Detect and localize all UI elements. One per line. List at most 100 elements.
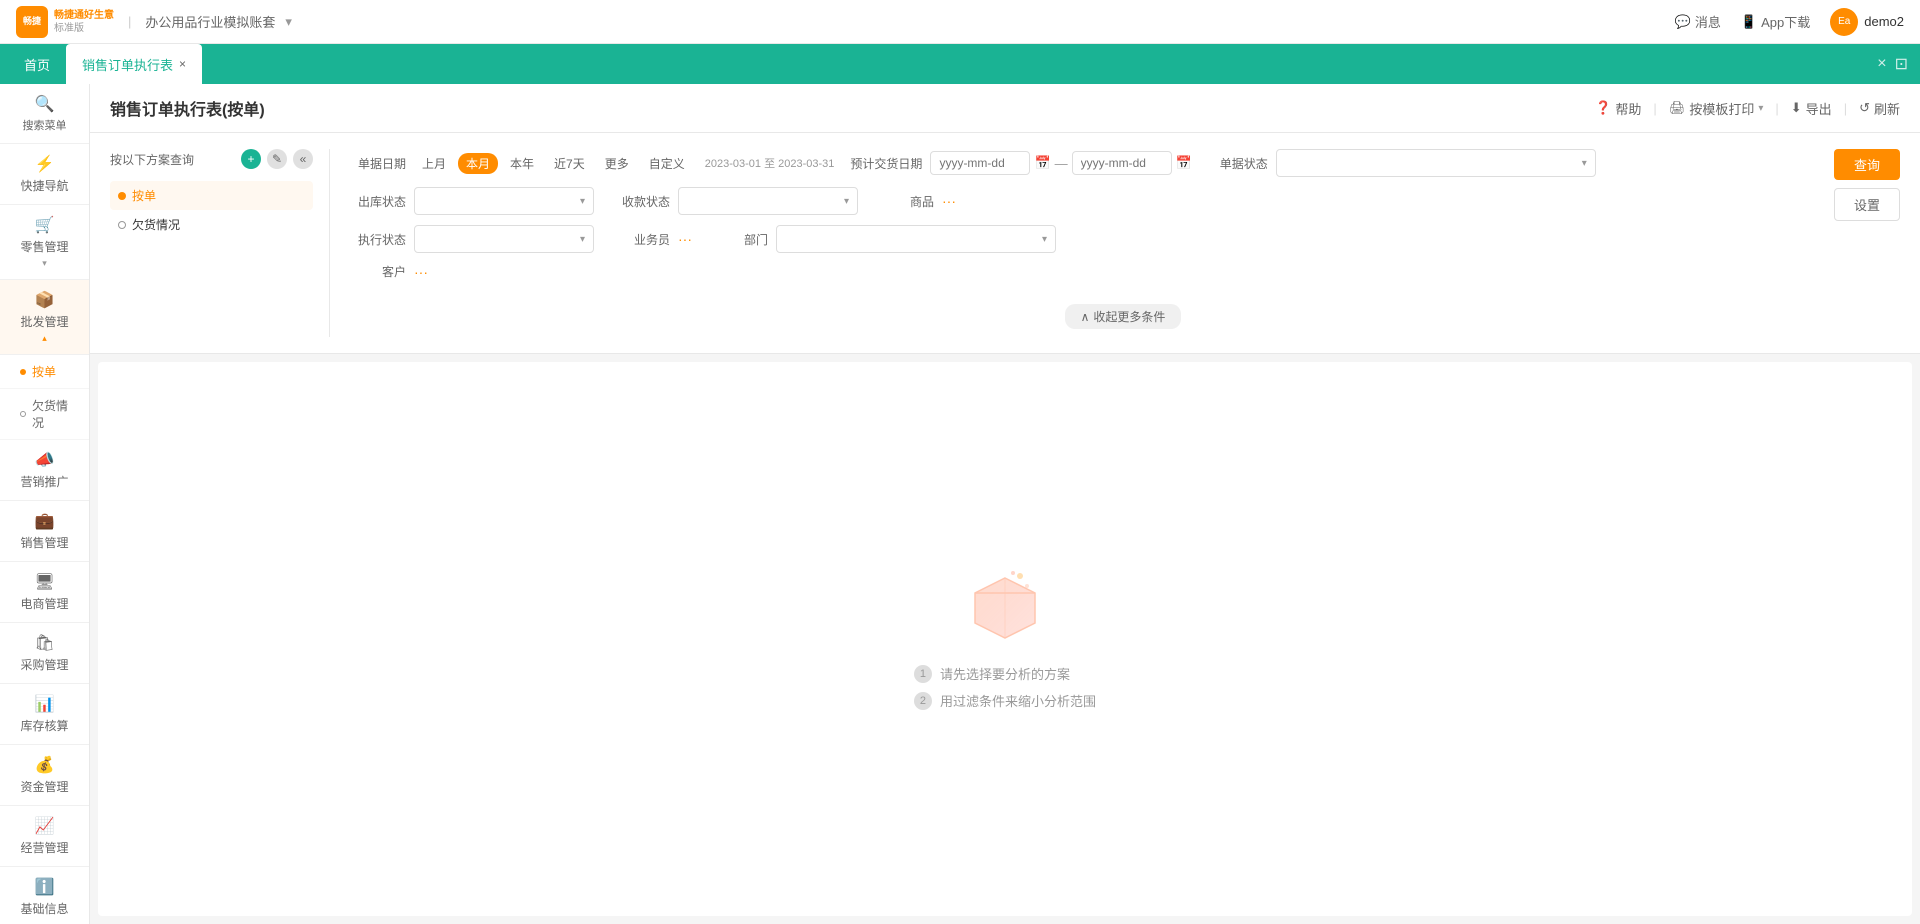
divider1: |: [1653, 101, 1656, 116]
filter-payment-status-item: 收款状态 ▾: [610, 187, 858, 215]
scheme-press-order[interactable]: 按单: [110, 181, 313, 210]
collapse-button[interactable]: ∧ 收起更多条件: [1065, 304, 1182, 329]
logo-text: 畅捷: [23, 16, 41, 27]
filter-scheme-panel: 按以下方案查询 + ✎ « 按单 欠货情况: [110, 149, 330, 337]
scheme-collapse-button[interactable]: «: [293, 149, 313, 169]
sidebar-item-finance[interactable]: 💰 资金管理: [0, 745, 89, 806]
tab-close-window-btn[interactable]: ×: [1877, 55, 1886, 73]
order-status-arrow: ▾: [1582, 158, 1587, 169]
customer-label: 客户: [346, 263, 406, 280]
sidebar-item-inventory[interactable]: 📊 库存核算: [0, 684, 89, 745]
scheme-edit-button[interactable]: ✎: [267, 149, 287, 169]
sidebar-item-operation[interactable]: 📈 经营管理: [0, 806, 89, 867]
retail-icon: 🛒: [35, 215, 55, 235]
tip-num-1: 1: [914, 665, 932, 683]
help-icon: ❓: [1595, 100, 1611, 116]
tab-bar: 首页 销售订单执行表 × × ⊡: [0, 44, 1920, 84]
filter-customer-item: 客户 ···: [346, 263, 428, 280]
sidebar-search-label: 搜索菜单: [23, 117, 67, 133]
tip-text-2: 用过滤条件来缩小分析范围: [940, 691, 1096, 710]
scheme-header: 按以下方案查询 + ✎ «: [110, 149, 313, 169]
finance-icon: 💰: [35, 755, 55, 775]
sales-label: 销售管理: [20, 534, 68, 551]
search-button[interactable]: 查询: [1834, 149, 1900, 180]
exec-status-select[interactable]: ▾: [414, 225, 594, 253]
operation-icon: 📈: [35, 816, 55, 836]
header-right: 💬 消息 📱 App下载 Ea demo2: [1675, 8, 1904, 36]
product-label: 商品: [874, 193, 934, 210]
date-tag-custom[interactable]: 自定义: [641, 153, 693, 174]
shipment-status-arrow: ▾: [580, 196, 585, 207]
retail-label: 零售管理: [20, 238, 68, 255]
sidebar-item-marketing[interactable]: 📣 营销推广: [0, 440, 89, 501]
payment-status-select[interactable]: ▾: [678, 187, 858, 215]
message-button[interactable]: 💬 消息: [1675, 12, 1721, 31]
page-actions: ❓ 帮助 | 🖨 按模板打印 ▾ | ⬇ 导出 | ↺ 刷新: [1595, 99, 1900, 118]
app-download-icon: 📱: [1741, 14, 1757, 30]
scheme-actions: + ✎ «: [241, 149, 313, 169]
sales-icon: 💼: [35, 511, 55, 531]
wholesale-icon: 📦: [35, 290, 55, 310]
salesperson-ellipsis[interactable]: ···: [678, 231, 692, 247]
filter-exec-status-item: 执行状态 ▾: [346, 225, 594, 253]
filter-date-item: 单据日期 上月 本月 本年 近7天 更多 自定义 2023-03-01 至 20…: [346, 153, 834, 174]
tab-home-label: 首页: [24, 55, 50, 74]
export-label: 导出: [1806, 99, 1832, 118]
sidebar-item-purchase[interactable]: 🛍 采购管理: [0, 623, 89, 684]
sidebar-item-search[interactable]: 🔍 搜索菜单: [0, 84, 89, 144]
breadcrumb-arrow[interactable]: ▾: [285, 14, 292, 30]
order-status-select[interactable]: ▾: [1276, 149, 1596, 177]
date-tag-last-month[interactable]: 上月: [414, 153, 454, 174]
dept-select[interactable]: ▾: [776, 225, 1056, 253]
refresh-button[interactable]: ↺ 刷新: [1859, 99, 1900, 118]
sidebar-item-retail[interactable]: 🛒 零售管理 ▾: [0, 205, 89, 280]
sidebar-item-wholesale[interactable]: 📦 批发管理 ▴: [0, 280, 89, 355]
date-tag-current-month[interactable]: 本月: [458, 153, 498, 174]
scheme-press-order-label: 按单: [132, 187, 156, 204]
calendar-start-icon[interactable]: 📅: [1034, 155, 1050, 171]
calendar-end-icon[interactable]: 📅: [1176, 155, 1192, 171]
delivery-date-end[interactable]: [1072, 151, 1172, 175]
operation-label: 经营管理: [20, 839, 68, 856]
help-button[interactable]: ❓ 帮助: [1595, 99, 1641, 118]
scheme-owe-goods[interactable]: 欠货情况: [110, 210, 313, 239]
tab-home[interactable]: 首页: [8, 44, 66, 84]
date-tag-current-year[interactable]: 本年: [502, 153, 542, 174]
sidebar-item-sales[interactable]: 💼 销售管理: [0, 501, 89, 562]
user-name: demo2: [1864, 14, 1904, 29]
filter-product-item: 商品 ···: [874, 193, 956, 210]
sidebar-item-basic-info[interactable]: ℹ️ 基础信息: [0, 867, 89, 924]
user-avatar: Ea: [1830, 8, 1858, 36]
ecommerce-label: 电商管理: [20, 595, 68, 612]
date-tag-more[interactable]: 更多: [597, 153, 637, 174]
tab-restore-btn[interactable]: ⊡: [1895, 54, 1908, 74]
export-button[interactable]: ⬇ 导出: [1791, 99, 1832, 118]
tab-close-icon[interactable]: ×: [179, 57, 186, 71]
sidebar-sub-press-order[interactable]: 按单: [0, 355, 89, 389]
tab-sales-order[interactable]: 销售订单执行表 ×: [66, 44, 202, 84]
filter-panel: 按以下方案查询 + ✎ « 按单 欠货情况: [90, 133, 1920, 354]
finance-label: 资金管理: [20, 778, 68, 795]
date-tag-7days[interactable]: 近7天: [546, 153, 593, 174]
shipment-status-select[interactable]: ▾: [414, 187, 594, 215]
sidebar-item-ecommerce[interactable]: 🖥 电商管理: [0, 562, 89, 623]
help-label: 帮助: [1615, 99, 1641, 118]
print-button[interactable]: 🖨 按模板打印 ▾: [1669, 99, 1764, 118]
sidebar-sub-owe-goods[interactable]: 欠货情况: [0, 389, 89, 440]
message-icon: 💬: [1675, 14, 1691, 30]
customer-ellipsis[interactable]: ···: [414, 264, 428, 280]
app-download-button[interactable]: 📱 App下载: [1741, 12, 1810, 31]
sidebar-item-quick-nav[interactable]: ⚡ 快捷导航: [0, 144, 89, 205]
header-left: 畅捷 畅捷通好生意 标准版 | 办公用品行业模拟账套 ▾: [16, 6, 292, 38]
app-download-label: App下载: [1761, 12, 1810, 31]
empty-icon-svg: [965, 568, 1045, 648]
settings-button[interactable]: 设置: [1834, 188, 1900, 221]
collapse-row: ∧ 收起更多条件: [346, 296, 1900, 337]
user-menu[interactable]: Ea demo2: [1830, 8, 1904, 36]
search-icon: 🔍: [35, 94, 55, 114]
product-ellipsis[interactable]: ···: [942, 193, 956, 209]
page-title: 销售订单执行表(按单): [110, 96, 265, 120]
delivery-date-range: 📅 — 📅: [930, 151, 1191, 175]
delivery-date-start[interactable]: [930, 151, 1030, 175]
scheme-add-button[interactable]: +: [241, 149, 261, 169]
